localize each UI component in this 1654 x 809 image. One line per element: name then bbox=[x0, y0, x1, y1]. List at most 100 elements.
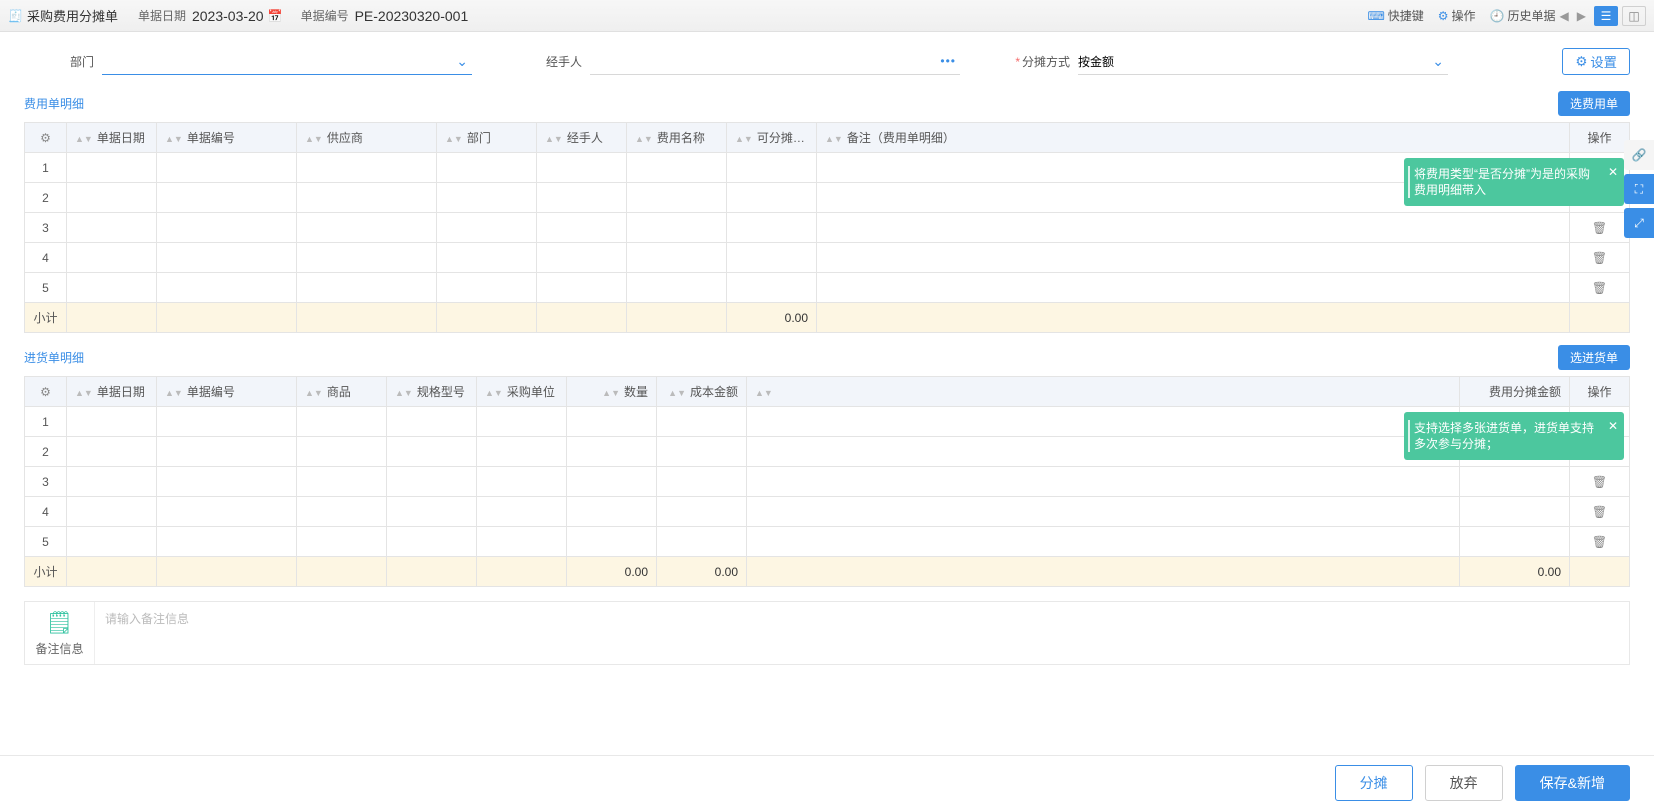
date-value[interactable]: 2023-03-20 bbox=[192, 8, 264, 24]
sort-icon: ▲▼ bbox=[602, 391, 620, 396]
discard-button[interactable]: 放弃 bbox=[1425, 765, 1503, 801]
delete-icon[interactable]: 🗑 bbox=[1592, 251, 1607, 265]
close-icon[interactable]: ✕ bbox=[1608, 418, 1618, 434]
delete-icon[interactable]: 🗑 bbox=[1592, 505, 1607, 519]
sort-icon: ▲▼ bbox=[75, 137, 93, 142]
history-action[interactable]: 🕘历史单据 bbox=[1490, 7, 1556, 24]
col-cost[interactable]: ▲▼成本金额 bbox=[657, 377, 747, 407]
method-input[interactable] bbox=[1078, 54, 1448, 68]
col-product[interactable]: ▲▼商品 bbox=[297, 377, 387, 407]
docno-label: 单据编号 bbox=[301, 7, 349, 24]
expense-section-title: 费用单明细 bbox=[24, 95, 84, 112]
calendar-icon[interactable]: 📅 bbox=[268, 9, 283, 23]
col-blank[interactable]: ▲▼ bbox=[747, 377, 1460, 407]
sort-icon: ▲▼ bbox=[165, 391, 183, 396]
settings-button[interactable]: ⚙设置 bbox=[1562, 48, 1630, 75]
tip-text: 支持选择多张进货单，进货单支持多次参与分摊； bbox=[1414, 421, 1594, 451]
sort-icon: ▲▼ bbox=[485, 391, 503, 396]
gear-icon: ⚙ bbox=[1438, 9, 1449, 23]
gear-icon: ⚙ bbox=[40, 131, 51, 145]
handler-input[interactable] bbox=[590, 54, 960, 68]
chevron-down-icon[interactable]: ⌄ bbox=[456, 53, 468, 70]
sort-icon: ▲▼ bbox=[668, 391, 686, 396]
doc-icon: 🧾 bbox=[8, 9, 23, 23]
col-op: 操作 bbox=[1570, 377, 1630, 407]
table-config-button[interactable]: ⚙ bbox=[25, 123, 67, 153]
col-supplier[interactable]: ▲▼供应商 bbox=[297, 123, 437, 153]
dept-input[interactable] bbox=[102, 54, 472, 68]
col-feename[interactable]: ▲▼费用名称 bbox=[627, 123, 727, 153]
shortcut-label: 快捷键 bbox=[1388, 7, 1424, 24]
col-handler[interactable]: ▲▼经手人 bbox=[537, 123, 627, 153]
table-row[interactable]: 2🗑 bbox=[25, 437, 1630, 467]
docno-value: PE-20230320-001 bbox=[355, 8, 469, 24]
top-bar: 🧾 采购费用分摊单 单据日期 2023-03-20 📅 单据编号 PE-2023… bbox=[0, 0, 1654, 32]
save-new-button[interactable]: 保存&新增 bbox=[1515, 765, 1630, 801]
table-row[interactable]: 4🗑 bbox=[25, 497, 1630, 527]
col-unit[interactable]: ▲▼采购单位 bbox=[477, 377, 567, 407]
col-amount[interactable]: ▲▼可分摊金额 bbox=[727, 123, 817, 153]
col-remark[interactable]: ▲▼备注（费用单明细） bbox=[817, 123, 1570, 153]
expand-button[interactable]: ⛶ bbox=[1624, 174, 1654, 204]
side-tool-panel: 🔗 ⛶ ⤢ bbox=[1624, 140, 1654, 242]
sort-icon: ▲▼ bbox=[395, 391, 413, 396]
attachment-button[interactable]: 🔗 bbox=[1624, 140, 1654, 170]
sort-icon: ▲▼ bbox=[305, 137, 323, 142]
delete-icon[interactable]: 🗑 bbox=[1592, 475, 1607, 489]
table-row[interactable]: 5🗑 bbox=[25, 527, 1630, 557]
method-label: 分摊方式 bbox=[1000, 53, 1070, 70]
remark-label: 备注信息 bbox=[35, 640, 83, 657]
col-dept[interactable]: ▲▼部门 bbox=[437, 123, 537, 153]
sort-icon: ▲▼ bbox=[545, 137, 563, 142]
expense-tip: 将费用类型“是否分摊”为是的采购费用明细带入 ✕ bbox=[1404, 158, 1624, 206]
gear-icon: ⚙ bbox=[1575, 54, 1587, 70]
table-row[interactable]: 5🗑 bbox=[25, 273, 1630, 303]
table-row[interactable]: 1🗑 bbox=[25, 407, 1630, 437]
purchase-table: ⚙ ▲▼单据日期 ▲▼单据编号 ▲▼商品 ▲▼规格型号 ▲▼采购单位 ▲▼数量 … bbox=[24, 376, 1630, 587]
delete-icon[interactable]: 🗑 bbox=[1592, 535, 1607, 549]
allocate-button[interactable]: 分摊 bbox=[1335, 765, 1413, 801]
purchase-section-title: 进货单明细 bbox=[24, 349, 84, 366]
note-icon: 🗒 bbox=[46, 610, 74, 636]
history-icon: 🕘 bbox=[1490, 9, 1505, 23]
table-row[interactable]: 2🗑 bbox=[25, 183, 1630, 213]
fullscreen-button[interactable]: ⤢ bbox=[1624, 208, 1654, 238]
grid-view-toggle[interactable]: ◫ bbox=[1622, 6, 1646, 26]
col-op: 操作 bbox=[1570, 123, 1630, 153]
col-spec[interactable]: ▲▼规格型号 bbox=[387, 377, 477, 407]
col-docno[interactable]: ▲▼单据编号 bbox=[157, 123, 297, 153]
prev-doc-button[interactable]: ◀ bbox=[1556, 9, 1573, 23]
gear-icon: ⚙ bbox=[40, 385, 51, 399]
table-row[interactable]: 4🗑 bbox=[25, 243, 1630, 273]
history-label: 历史单据 bbox=[1508, 7, 1556, 24]
ops-action[interactable]: ⚙操作 bbox=[1438, 7, 1476, 24]
close-icon[interactable]: ✕ bbox=[1608, 164, 1618, 180]
select-purchase-button[interactable]: 选进货单 bbox=[1558, 345, 1630, 370]
form-row: 部门 ⌄ 经手人 ••• 分摊方式 ⌄ ⚙设置 bbox=[0, 32, 1654, 79]
subtotal-row: 小计0.00 bbox=[25, 303, 1630, 333]
table-row[interactable]: 3🗑 bbox=[25, 467, 1630, 497]
ops-label: 操作 bbox=[1452, 7, 1476, 24]
next-doc-button[interactable]: ▶ bbox=[1573, 9, 1590, 23]
col-date[interactable]: ▲▼单据日期 bbox=[67, 123, 157, 153]
col-date[interactable]: ▲▼单据日期 bbox=[67, 377, 157, 407]
handler-label: 经手人 bbox=[512, 53, 582, 70]
subtotal-row: 小计0.000.000.00 bbox=[25, 557, 1630, 587]
shortcut-action[interactable]: ⌨快捷键 bbox=[1367, 7, 1423, 24]
expense-table: ⚙ ▲▼单据日期 ▲▼单据编号 ▲▼供应商 ▲▼部门 ▲▼经手人 ▲▼费用名称 … bbox=[24, 122, 1630, 333]
chevron-down-icon[interactable]: ⌄ bbox=[1432, 53, 1444, 70]
sort-icon: ▲▼ bbox=[825, 137, 843, 142]
delete-icon[interactable]: 🗑 bbox=[1592, 281, 1607, 295]
table-row[interactable]: 3🗑 bbox=[25, 213, 1630, 243]
col-docno[interactable]: ▲▼单据编号 bbox=[157, 377, 297, 407]
col-alloc[interactable]: 费用分摊金额 bbox=[1460, 377, 1570, 407]
select-expense-button[interactable]: 选费用单 bbox=[1558, 91, 1630, 116]
more-icon[interactable]: ••• bbox=[940, 54, 956, 68]
table-config-button[interactable]: ⚙ bbox=[25, 377, 67, 407]
delete-icon[interactable]: 🗑 bbox=[1592, 221, 1607, 235]
col-qty[interactable]: ▲▼数量 bbox=[567, 377, 657, 407]
sort-icon: ▲▼ bbox=[735, 137, 753, 142]
remark-input[interactable] bbox=[105, 612, 1619, 626]
list-view-toggle[interactable]: ☰ bbox=[1594, 6, 1618, 26]
table-row[interactable]: 1🗑 bbox=[25, 153, 1630, 183]
